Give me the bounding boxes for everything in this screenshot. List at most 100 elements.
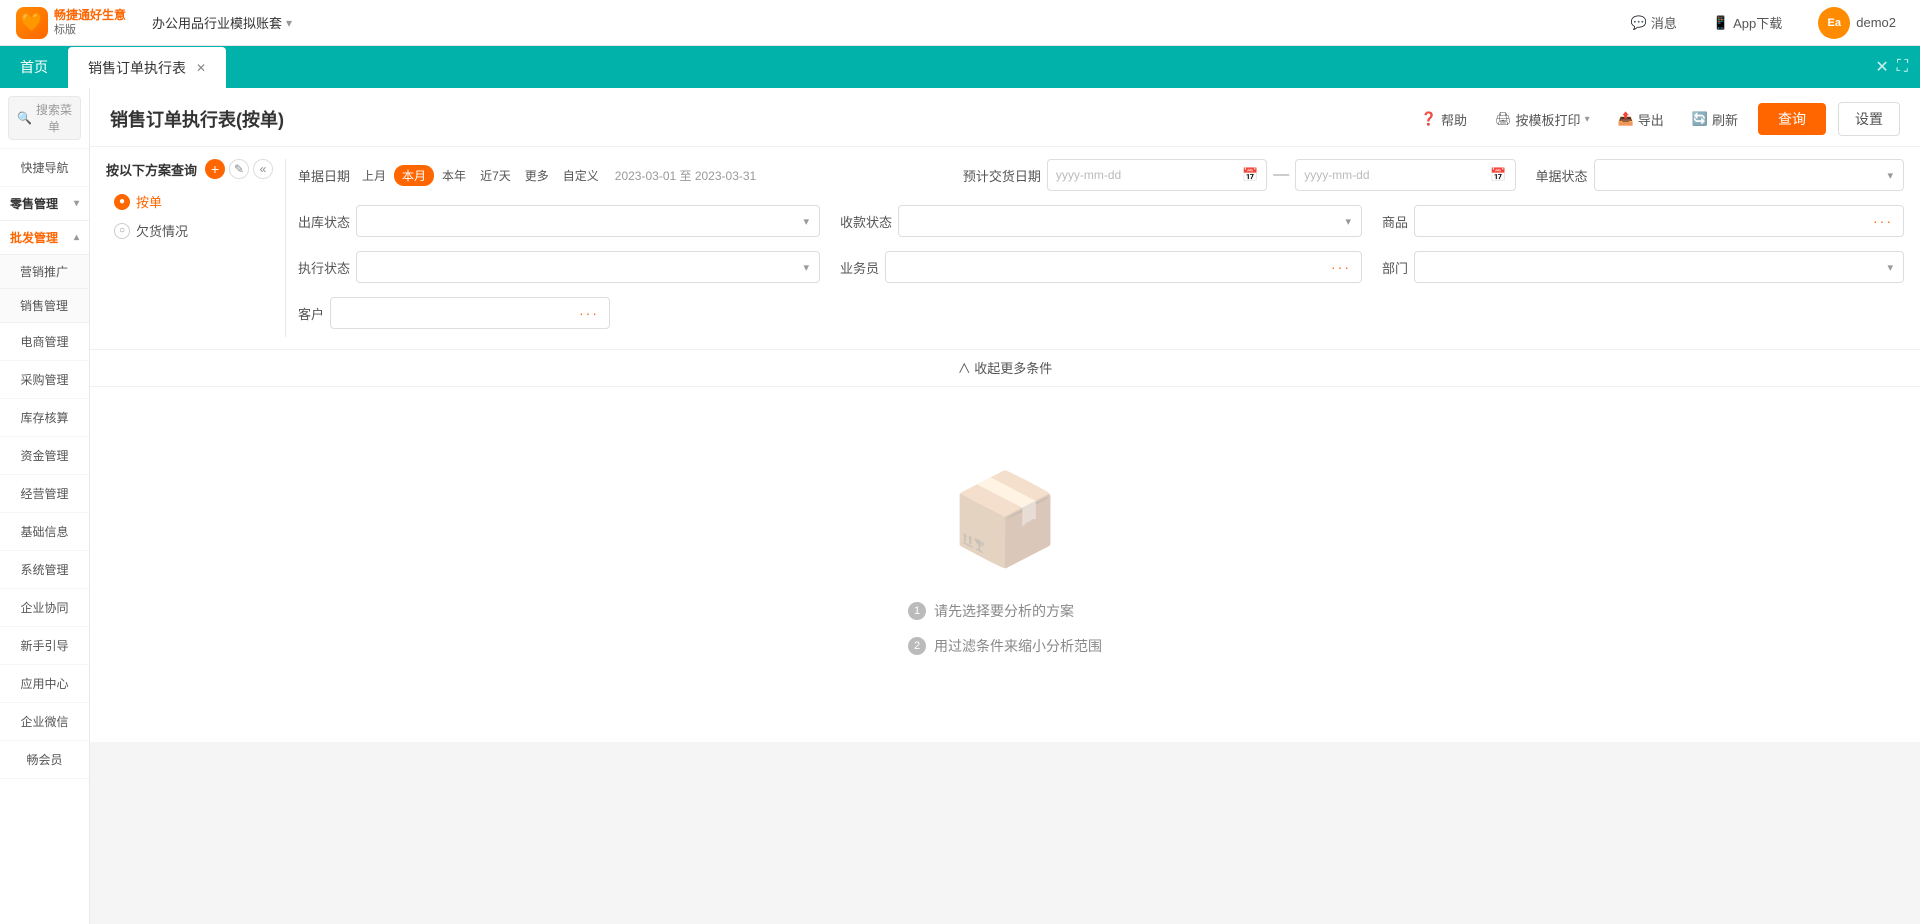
scheme-edit-button[interactable]: ✎	[229, 159, 249, 179]
empty-tip-1: 1 请先选择要分析的方案	[908, 596, 1102, 627]
filter-area: 按以下方案查询 + ✎ « ● 按单 ○ 欠货情况	[90, 147, 1920, 350]
sidebar-item-app-center[interactable]: 应用中心	[0, 665, 89, 703]
export-button[interactable]: 📤 导出	[1610, 106, 1672, 133]
logo-area: 🧡 畅捷通好生意 标版	[16, 7, 126, 39]
filter-forecast-date-item: 预计交货日期 yyyy-mm-dd 📅 — yyyy-mm-dd 📅	[963, 159, 1516, 191]
help-button[interactable]: ❓ 帮助	[1413, 106, 1475, 133]
close-window-icon[interactable]: ✕	[1875, 57, 1888, 77]
date-tab-7days[interactable]: 近7天	[474, 165, 517, 186]
dept-dropdown[interactable]: ▾	[1414, 251, 1904, 283]
sidebar-item-system[interactable]: 系统管理	[0, 551, 89, 589]
sidebar-item-retail[interactable]: 零售管理 ▾	[0, 187, 89, 221]
user-menu-button[interactable]: Ea demo2	[1810, 3, 1904, 43]
page-header: 销售订单执行表(按单) ❓ 帮助 🖨 按模板打印 ▾ 📤 导出	[90, 88, 1920, 147]
settings-button[interactable]: 设置	[1838, 102, 1900, 136]
date-tab-last-month[interactable]: 上月	[356, 165, 392, 186]
collapse-bar[interactable]: ∧ 收起更多条件	[90, 350, 1920, 387]
date-range-display: 2023-03-01 至 2023-03-31	[615, 167, 756, 184]
filter-goods-item: 商品 ···	[1382, 205, 1904, 237]
date-tab-this-month[interactable]: 本月	[394, 165, 434, 186]
scheme-icons: + ✎ «	[205, 159, 273, 179]
sidebar-item-purchase[interactable]: 采购管理	[0, 361, 89, 399]
main-layout: 🔍 搜索菜单 快捷导航 零售管理 ▾ 批发管理 ▴ 营销推广 销售管理 电商管理	[0, 88, 1920, 924]
sidebar-item-members[interactable]: 畅会员	[0, 741, 89, 779]
forecast-date-to-input[interactable]: yyyy-mm-dd 📅	[1295, 159, 1515, 191]
scheme-collapse-button[interactable]: «	[253, 159, 273, 179]
delivery-dropdown-icon: ▾	[803, 215, 809, 228]
sidebar-item-sales[interactable]: 销售管理	[0, 289, 89, 323]
status-dropdown-icon: ▾	[1887, 169, 1893, 182]
filter-payment-item: 收款状态 ▾	[840, 205, 1362, 237]
sidebar-item-quick-nav[interactable]: 快捷导航	[0, 149, 89, 187]
tab-home[interactable]: 首页	[0, 46, 68, 88]
customer-input[interactable]: ···	[330, 297, 610, 329]
sidebar-item-marketing[interactable]: 营销推广	[0, 255, 89, 289]
scheme-panel: 按以下方案查询 + ✎ « ● 按单 ○ 欠货情况	[106, 159, 286, 337]
retail-arrow-icon: ▾	[74, 198, 79, 209]
filter-status-item: 单据状态 ▾	[1536, 159, 1904, 191]
scheme-add-button[interactable]: +	[205, 159, 225, 179]
filter-row-1: 单据日期 上月 本月 本年 近7天 更多 自定义 2023-03-01 至 20…	[298, 159, 1904, 191]
forecast-date-from-input[interactable]: yyyy-mm-dd 📅	[1047, 159, 1267, 191]
content-area: 销售订单执行表(按单) ❓ 帮助 🖨 按模板打印 ▾ 📤 导出	[90, 88, 1920, 924]
filter-row-2: 出库状态 ▾ 收款状态 ▾ 商品	[298, 205, 1904, 237]
query-button[interactable]: 查询	[1758, 103, 1826, 135]
date-tab-this-year[interactable]: 本年	[436, 165, 472, 186]
top-header: 🧡 畅捷通好生意 标版 办公用品行业模拟账套 ▾ 💬 消息 📱 App下载 Ea…	[0, 0, 1920, 46]
app-download-button[interactable]: 📱 App下载	[1705, 9, 1790, 36]
filter-dept-item: 部门 ▾	[1382, 251, 1904, 283]
refresh-button[interactable]: 🔄 刷新	[1684, 106, 1746, 133]
page-title: 销售订单执行表(按单)	[110, 106, 284, 132]
tab-close-icon[interactable]: ✕	[196, 61, 206, 75]
date-tab-custom[interactable]: 自定义	[557, 165, 605, 186]
header-right: 💬 消息 📱 App下载 Ea demo2	[1623, 3, 1904, 43]
print-dropdown-icon: ▾	[1585, 114, 1590, 125]
payment-status-dropdown[interactable]: ▾	[898, 205, 1362, 237]
filter-row-3: 执行状态 ▾ 业务员 ··· 部门	[298, 251, 1904, 283]
refresh-icon: 🔄	[1692, 111, 1708, 127]
dept-dropdown-icon: ▾	[1887, 261, 1893, 274]
goods-dots-icon: ···	[1873, 213, 1893, 229]
sidebar-item-finance[interactable]: 资金管理	[0, 437, 89, 475]
filter-salesperson-item: 业务员 ···	[840, 251, 1362, 283]
wholesale-arrow-icon: ▴	[74, 232, 79, 243]
sidebar-item-inventory[interactable]: 库存核算	[0, 399, 89, 437]
sidebar-item-enterprise-wechat[interactable]: 企业微信	[0, 703, 89, 741]
status-dropdown[interactable]: ▾	[1594, 159, 1904, 191]
tab-bar: 首页 销售订单执行表 ✕ ✕ ⛶	[0, 46, 1920, 88]
print-button[interactable]: 🖨 按模板打印 ▾	[1487, 106, 1598, 133]
salesperson-input[interactable]: ···	[885, 251, 1362, 283]
sidebar-item-ecommerce[interactable]: 电商管理	[0, 323, 89, 361]
message-button[interactable]: 💬 消息	[1623, 9, 1685, 36]
sidebar: 🔍 搜索菜单 快捷导航 零售管理 ▾ 批发管理 ▴ 营销推广 销售管理 电商管理	[0, 88, 90, 924]
tab-sales-order[interactable]: 销售订单执行表 ✕	[68, 47, 226, 89]
message-icon: 💬	[1631, 15, 1647, 31]
breadcrumb-arrow-icon[interactable]: ▾	[286, 16, 292, 30]
customer-dots-icon: ···	[579, 305, 599, 321]
sidebar-item-operations[interactable]: 经营管理	[0, 475, 89, 513]
sidebar-item-search[interactable]: 🔍 搜索菜单	[0, 88, 89, 149]
help-icon: ❓	[1421, 111, 1437, 127]
scheme-item-shortage[interactable]: ○ 欠货情况	[106, 216, 273, 245]
filter-exec-item: 执行状态 ▾	[298, 251, 820, 283]
empty-tips: 1 请先选择要分析的方案 2 用过滤条件来缩小分析范围	[908, 596, 1102, 662]
exec-status-dropdown[interactable]: ▾	[356, 251, 820, 283]
scheme-item-by-order[interactable]: ● 按单	[106, 187, 273, 216]
header-left: 🧡 畅捷通好生意 标版 办公用品行业模拟账套 ▾	[16, 7, 292, 39]
filter-delivery-item: 出库状态 ▾	[298, 205, 820, 237]
sidebar-item-tutorial[interactable]: 新手引导	[0, 627, 89, 665]
sidebar-item-basic-info[interactable]: 基础信息	[0, 513, 89, 551]
delivery-status-dropdown[interactable]: ▾	[356, 205, 820, 237]
date-tab-more[interactable]: 更多	[519, 165, 555, 186]
goods-input[interactable]: ···	[1414, 205, 1904, 237]
logo-icon: 🧡	[16, 7, 48, 39]
sidebar-item-collaboration[interactable]: 企业协同	[0, 589, 89, 627]
date-tabs-group: 上月 本月 本年 近7天 更多 自定义	[356, 165, 605, 186]
print-icon: 🖨	[1495, 111, 1512, 127]
sidebar-item-wholesale[interactable]: 批发管理 ▴	[0, 221, 89, 255]
expand-window-icon[interactable]: ⛶	[1897, 58, 1908, 76]
empty-tip-2: 2 用过滤条件来缩小分析范围	[908, 631, 1102, 662]
payment-dropdown-icon: ▾	[1345, 215, 1351, 228]
window-controls: ✕ ⛶	[1875, 57, 1920, 77]
empty-illustration: 📦	[949, 467, 1061, 572]
